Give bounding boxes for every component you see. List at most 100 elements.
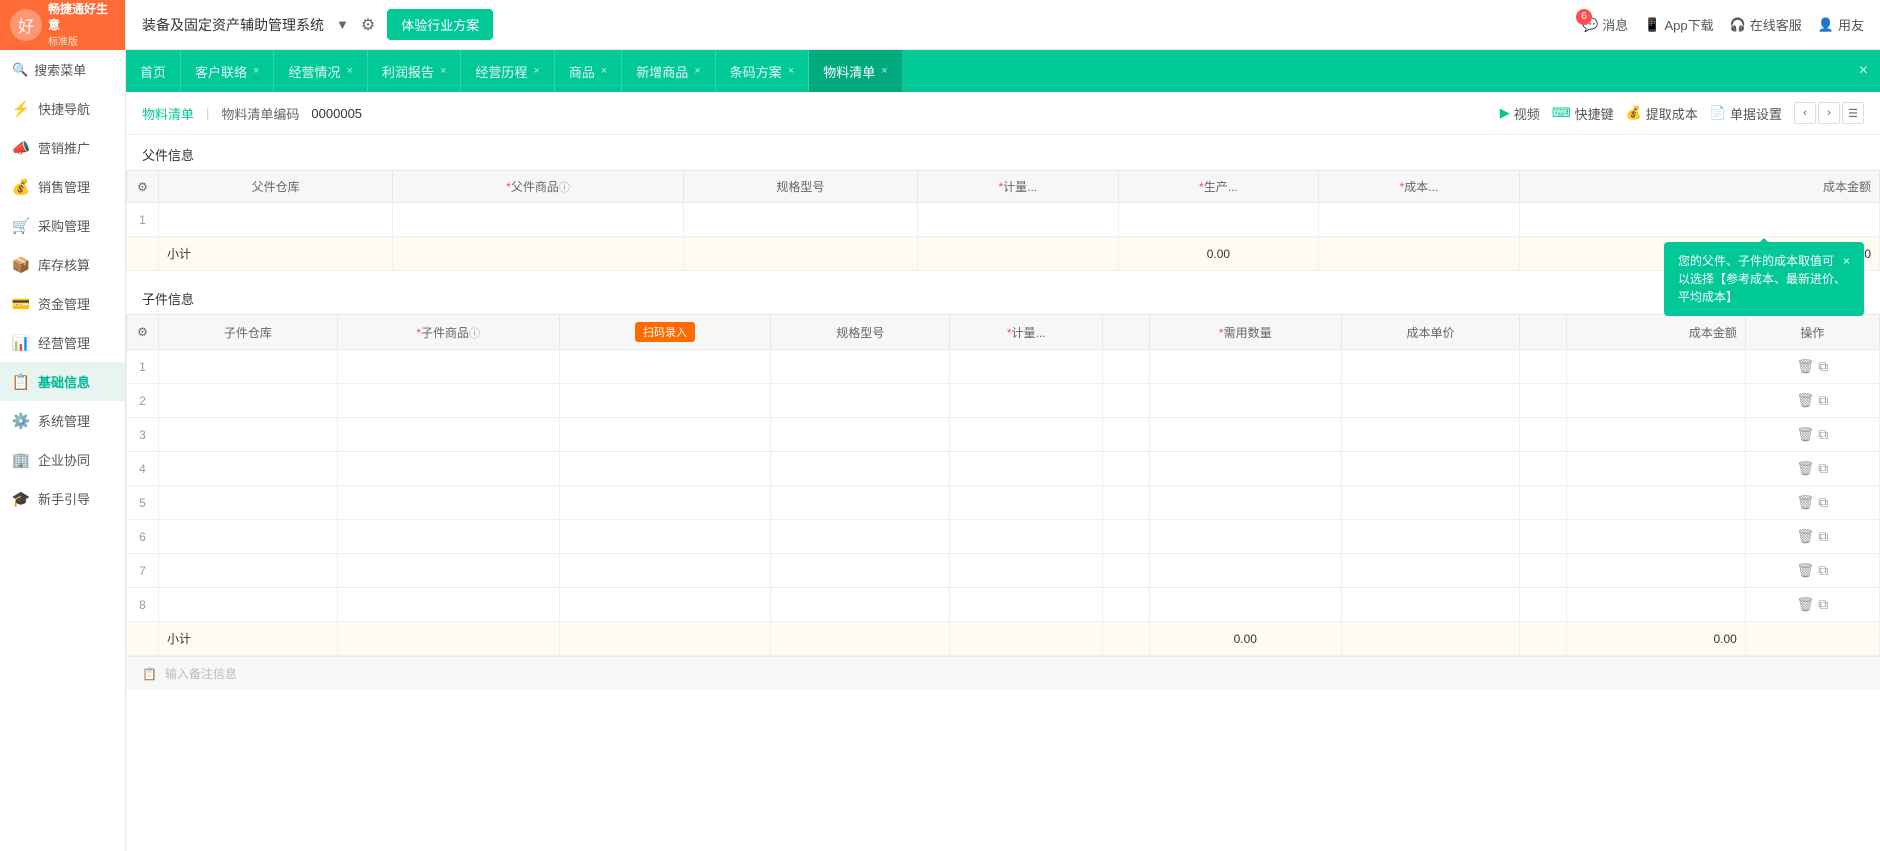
child-row-2-unit-cost[interactable] bbox=[1341, 384, 1520, 418]
copy-icon[interactable]: ⧉ bbox=[1818, 562, 1828, 579]
child-row-4-warehouse[interactable] bbox=[159, 452, 338, 486]
child-row-1-unit[interactable] bbox=[950, 350, 1103, 384]
copy-icon[interactable]: ⧉ bbox=[1818, 358, 1828, 375]
copy-icon[interactable]: ⧉ bbox=[1818, 528, 1828, 545]
child-row-8-unit[interactable] bbox=[950, 588, 1103, 622]
child-row-6-qty[interactable] bbox=[1149, 520, 1341, 554]
sidebar-item-marketing[interactable]: 📣 营销推广 bbox=[0, 128, 125, 167]
topbar-dropdown-icon[interactable]: ▼ bbox=[336, 17, 349, 32]
copy-icon[interactable]: ⧉ bbox=[1818, 426, 1828, 443]
parent-col-settings[interactable]: ⚙ bbox=[127, 171, 159, 203]
copy-icon[interactable]: ⧉ bbox=[1818, 596, 1828, 613]
copy-icon[interactable]: ⧉ bbox=[1818, 494, 1828, 511]
child-row-8-qty[interactable] bbox=[1149, 588, 1341, 622]
delete-icon[interactable]: 🗑 bbox=[1797, 596, 1815, 613]
parent-row-1-unit[interactable] bbox=[918, 203, 1119, 237]
action-doc-setting[interactable]: 📄 单据设置 bbox=[1710, 104, 1782, 123]
child-row-8-goods[interactable] bbox=[337, 588, 559, 622]
parent-row-1-warehouse[interactable] bbox=[159, 203, 393, 237]
tab-new-goods-close[interactable]: × bbox=[694, 65, 700, 77]
child-row-7-goods[interactable] bbox=[337, 554, 559, 588]
tab-profit-report[interactable]: 利润报告 × bbox=[368, 50, 461, 92]
child-row-1-spec[interactable] bbox=[771, 350, 950, 384]
online-service-item[interactable]: 🎧 在线客服 bbox=[1730, 15, 1802, 34]
trial-button[interactable]: 体验行业方案 bbox=[387, 9, 493, 40]
child-row-4-goods[interactable] bbox=[337, 452, 559, 486]
tab-operation-history-close[interactable]: × bbox=[533, 65, 539, 77]
child-row-7-qty[interactable] bbox=[1149, 554, 1341, 588]
scan-button[interactable]: 扫码录入 bbox=[635, 322, 695, 342]
sidebar-item-system[interactable]: ⚙️ 系统管理 bbox=[0, 401, 125, 440]
breadcrumb-current[interactable]: 物料清单 bbox=[142, 104, 194, 123]
child-row-2-spec[interactable] bbox=[771, 384, 950, 418]
sidebar-item-basic-info[interactable]: 📋 基础信息 bbox=[0, 362, 125, 401]
action-extract-cost[interactable]: 💰 提取成本 bbox=[1626, 104, 1698, 123]
tab-profit-report-close[interactable]: × bbox=[440, 65, 446, 77]
sidebar-item-sales[interactable]: 💰 销售管理 bbox=[0, 167, 125, 206]
child-row-3-spec[interactable] bbox=[771, 418, 950, 452]
parent-row-1-produce[interactable] bbox=[1118, 203, 1319, 237]
tooltip-close-button[interactable]: × bbox=[1843, 252, 1850, 270]
tab-customer-close[interactable]: × bbox=[253, 65, 259, 77]
child-row-7-warehouse[interactable] bbox=[159, 554, 338, 588]
tab-barcode[interactable]: 条码方案 × bbox=[716, 50, 809, 92]
bottom-label[interactable]: 输入备注信息 bbox=[165, 665, 237, 682]
sidebar-item-inventory[interactable]: 📦 库存核算 bbox=[0, 245, 125, 284]
delete-icon[interactable]: 🗑 bbox=[1797, 494, 1815, 511]
delete-icon[interactable]: 🗑 bbox=[1797, 528, 1815, 545]
nav-next-button[interactable]: › bbox=[1818, 102, 1840, 124]
child-row-8-unit-cost[interactable] bbox=[1341, 588, 1520, 622]
action-shortcut[interactable]: ⌨ 快捷键 bbox=[1552, 104, 1614, 123]
tab-operation-status[interactable]: 经营情况 × bbox=[274, 50, 367, 92]
sidebar-item-finance[interactable]: 💳 资金管理 bbox=[0, 284, 125, 323]
child-row-1-warehouse[interactable] bbox=[159, 350, 338, 384]
child-row-7-unit[interactable] bbox=[950, 554, 1103, 588]
delete-icon[interactable]: 🗑 bbox=[1797, 358, 1815, 375]
child-row-3-unit[interactable] bbox=[950, 418, 1103, 452]
sidebar-item-purchase[interactable]: 🛒 采购管理 bbox=[0, 206, 125, 245]
delete-icon[interactable]: 🗑 bbox=[1797, 460, 1815, 477]
child-row-1-goods[interactable] bbox=[337, 350, 559, 384]
user-item[interactable]: 👤 用友 bbox=[1818, 15, 1864, 34]
child-row-3-qty[interactable] bbox=[1149, 418, 1341, 452]
child-col-settings[interactable]: ⚙ bbox=[127, 315, 159, 350]
nav-close-all[interactable]: × bbox=[1847, 62, 1880, 80]
tab-goods[interactable]: 商品 × bbox=[555, 50, 622, 92]
child-row-6-goods[interactable] bbox=[337, 520, 559, 554]
child-row-4-unit-cost[interactable] bbox=[1341, 452, 1520, 486]
child-row-5-spec[interactable] bbox=[771, 486, 950, 520]
delete-icon[interactable]: 🗑 bbox=[1797, 562, 1815, 579]
tab-operation-history[interactable]: 经营历程 × bbox=[461, 50, 554, 92]
child-row-5-unit-cost[interactable] bbox=[1341, 486, 1520, 520]
copy-icon[interactable]: ⧉ bbox=[1818, 392, 1828, 409]
parent-row-1-goods[interactable] bbox=[393, 203, 684, 237]
child-row-2-unit[interactable] bbox=[950, 384, 1103, 418]
child-row-3-goods[interactable] bbox=[337, 418, 559, 452]
notifications-item[interactable]: 💬 6 消息 bbox=[1582, 15, 1628, 34]
child-row-2-qty[interactable] bbox=[1149, 384, 1341, 418]
child-row-6-spec[interactable] bbox=[771, 520, 950, 554]
child-row-3-warehouse[interactable] bbox=[159, 418, 338, 452]
parent-row-1-cost[interactable] bbox=[1319, 203, 1520, 237]
child-row-2-warehouse[interactable] bbox=[159, 384, 338, 418]
copy-icon[interactable]: ⧉ bbox=[1818, 460, 1828, 477]
child-row-1-qty[interactable] bbox=[1149, 350, 1341, 384]
sidebar-item-guide[interactable]: 🎓 新手引导 bbox=[0, 479, 125, 518]
tab-home[interactable]: 首页 bbox=[126, 50, 181, 92]
sidebar-item-quick-nav[interactable]: ⚡ 快捷导航 bbox=[0, 89, 125, 128]
tab-goods-close[interactable]: × bbox=[601, 65, 607, 77]
parent-row-1-spec[interactable] bbox=[683, 203, 917, 237]
child-row-5-unit[interactable] bbox=[950, 486, 1103, 520]
child-row-6-unit-cost[interactable] bbox=[1341, 520, 1520, 554]
child-row-8-warehouse[interactable] bbox=[159, 588, 338, 622]
tab-bom-close[interactable]: × bbox=[881, 65, 887, 77]
tab-operation-status-close[interactable]: × bbox=[346, 65, 352, 77]
child-row-6-unit[interactable] bbox=[950, 520, 1103, 554]
child-row-8-spec[interactable] bbox=[771, 588, 950, 622]
action-video[interactable]: ▶ 视频 bbox=[1500, 104, 1540, 123]
tab-customer[interactable]: 客户联络 × bbox=[181, 50, 274, 92]
child-row-4-qty[interactable] bbox=[1149, 452, 1341, 486]
app-download-item[interactable]: 📱 App下载 bbox=[1644, 15, 1713, 34]
nav-menu-button[interactable]: ☰ bbox=[1842, 102, 1864, 124]
child-row-6-warehouse[interactable] bbox=[159, 520, 338, 554]
